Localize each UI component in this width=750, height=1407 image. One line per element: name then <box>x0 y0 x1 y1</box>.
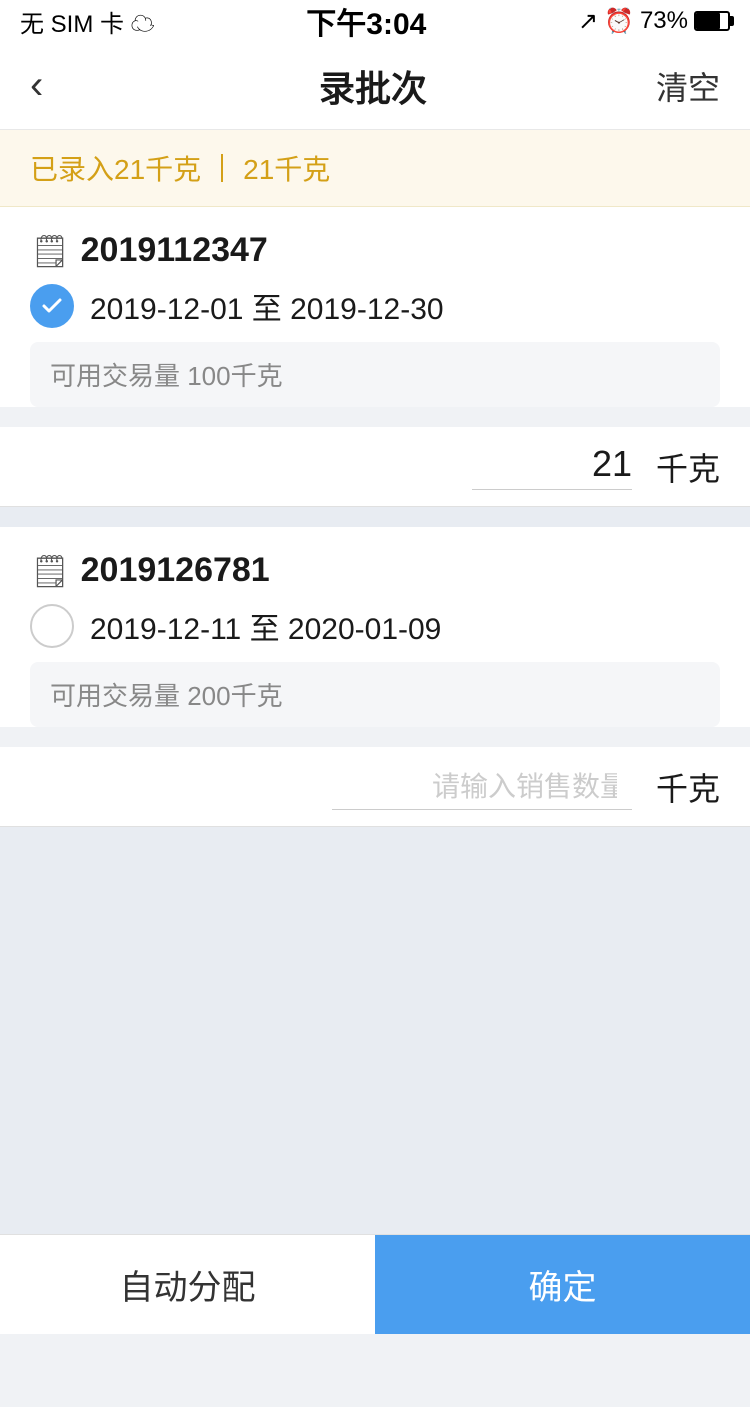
page-title: 录批次 <box>319 60 427 112</box>
batch2-qty-row[interactable]: 千克 <box>0 747 750 827</box>
back-button[interactable]: ‹ <box>30 63 90 108</box>
location-icon: ↗ <box>578 7 598 36</box>
batch1-qty-row: 21 千克 <box>0 427 750 507</box>
batch1-quantity: 21 <box>592 443 632 485</box>
batch2-checkbox[interactable] <box>30 604 74 648</box>
battery-icon <box>694 11 730 31</box>
batch1-header: 🗒 2019112347 <box>30 231 720 270</box>
batch1-doc-icon: 🗒 <box>30 232 71 270</box>
status-right: ↗ ⏰ 73% <box>578 7 730 36</box>
sim-label: 无 SIM 卡 ☁ <box>20 4 155 39</box>
batch1-available-box: 可用交易量 100千克 <box>30 342 720 407</box>
batch-card-2: 🗒 2019126781 2019-12-11 至 2020-01-09 可用交… <box>0 527 750 727</box>
batch2-available: 可用交易量 200千克 <box>50 681 283 711</box>
batch2-quantity-input[interactable] <box>432 763 632 805</box>
batch2-header: 🗒 2019126781 <box>30 551 720 590</box>
batch2-id: 2019126781 <box>81 551 270 590</box>
auto-distribute-button[interactable]: 自动分配 <box>0 1235 375 1334</box>
clear-button[interactable]: 清空 <box>656 63 720 109</box>
batch1-unit: 千克 <box>656 444 720 490</box>
confirm-button[interactable]: 确定 <box>375 1235 750 1334</box>
status-left: 无 SIM 卡 ☁ <box>20 4 155 39</box>
batch1-checkbox[interactable] <box>30 284 74 328</box>
clock-icon: ⏰ <box>604 7 634 36</box>
summary-banner: 已录入21千克 21千克 <box>0 130 750 207</box>
total-label: 21千克 <box>243 148 330 188</box>
summary-divider <box>221 154 223 182</box>
batch1-date: 2019-12-01 至 2019-12-30 <box>90 284 444 328</box>
status-time: 下午3:04 <box>306 0 426 43</box>
batch2-unit: 千克 <box>656 764 720 810</box>
batch2-available-box: 可用交易量 200千克 <box>30 662 720 727</box>
batch1-id: 2019112347 <box>81 231 268 270</box>
recorded-label: 已录入21千克 <box>30 148 201 188</box>
batch-card-1: 🗒 2019112347 2019-12-01 至 2019-12-30 可用交… <box>0 207 750 407</box>
batch2-date-row: 2019-12-11 至 2020-01-09 <box>30 604 720 648</box>
bottom-bar: 自动分配 确定 <box>0 1234 750 1334</box>
section-gap <box>0 507 750 527</box>
nav-bar: ‹ 录批次 清空 <box>0 42 750 130</box>
batch1-available: 可用交易量 100千克 <box>50 361 283 391</box>
status-bar: 无 SIM 卡 ☁ 下午3:04 ↗ ⏰ 73% <box>0 0 750 42</box>
batch2-doc-icon: 🗒 <box>30 552 71 590</box>
batch1-date-row: 2019-12-01 至 2019-12-30 <box>30 284 720 328</box>
batch2-date: 2019-12-11 至 2020-01-09 <box>90 604 441 648</box>
battery-label: 73% <box>640 7 688 35</box>
